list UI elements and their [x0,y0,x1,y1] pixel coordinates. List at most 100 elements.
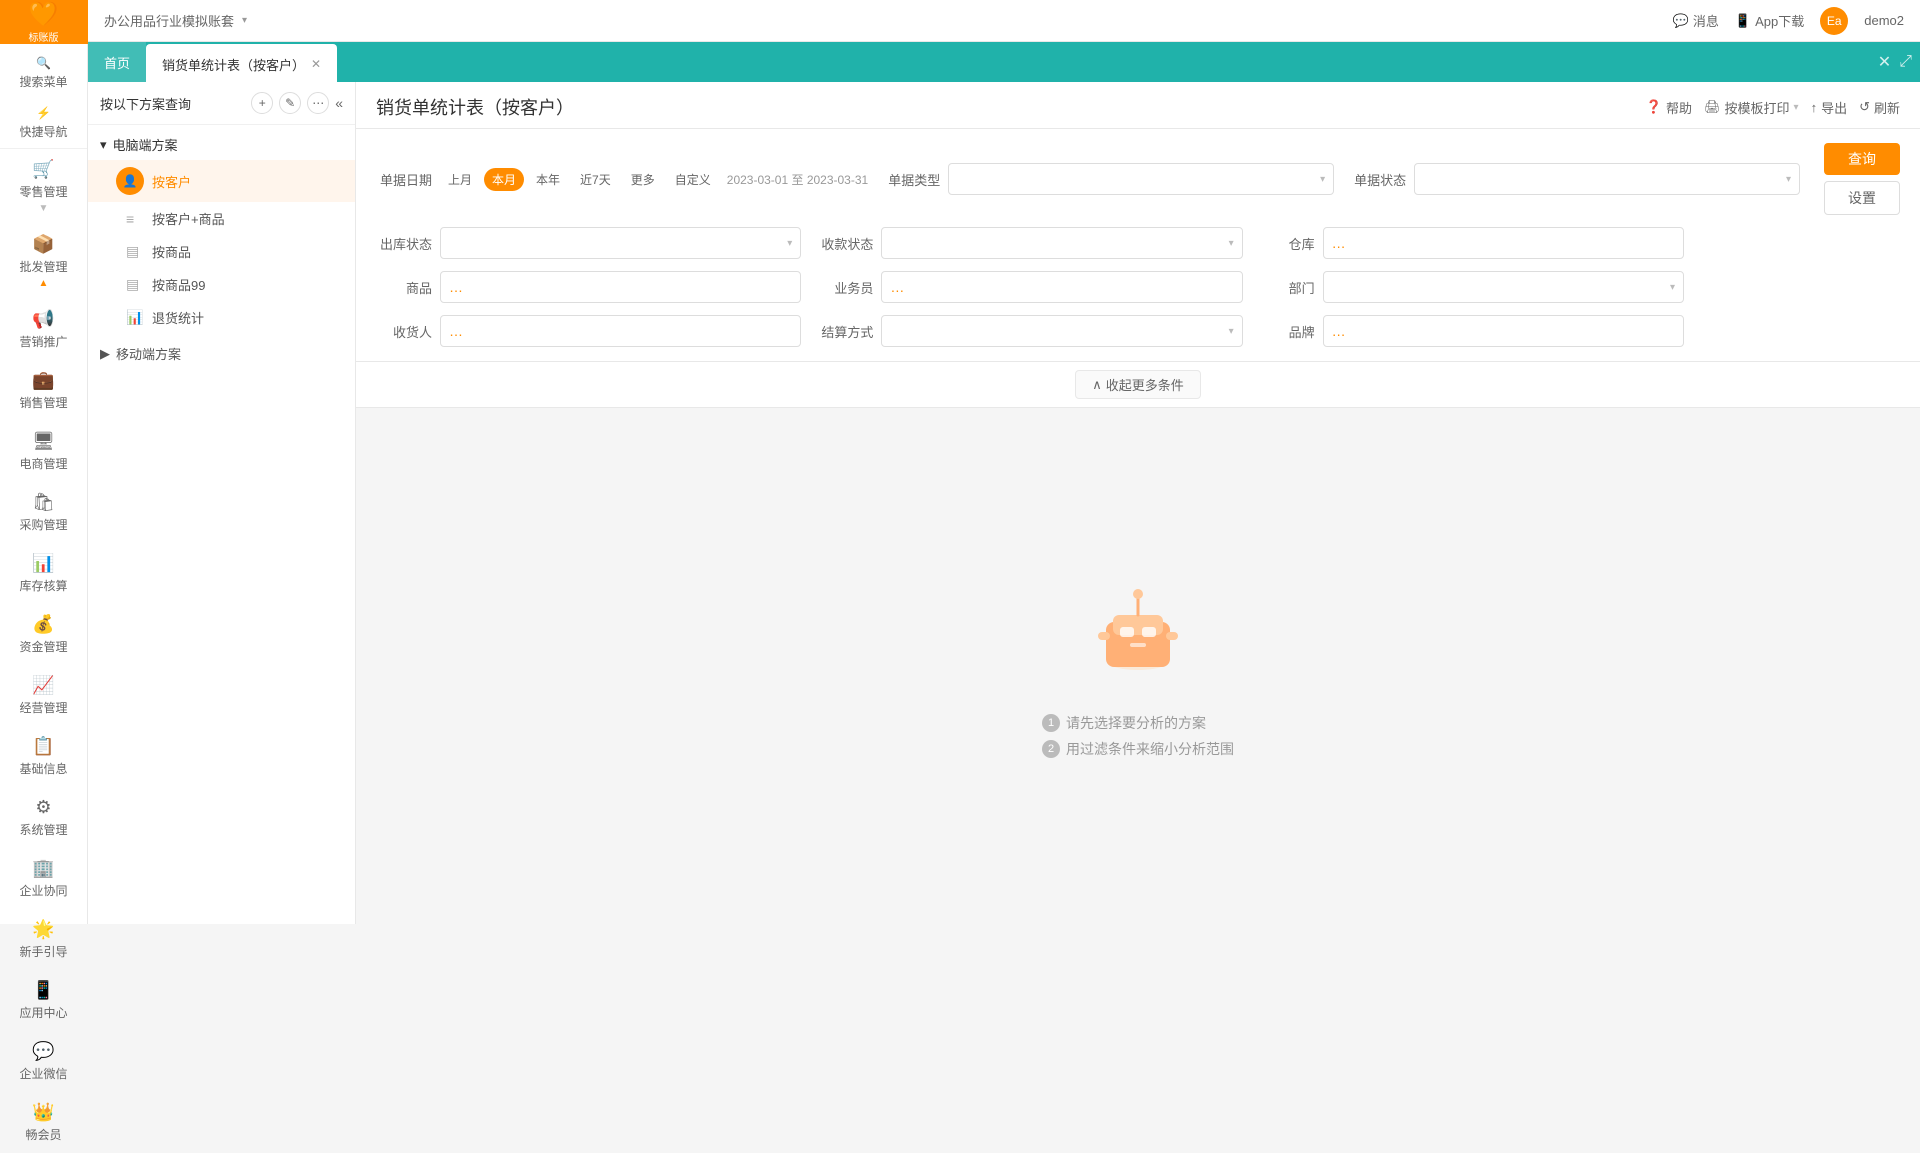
sidebar-item-vip[interactable]: 👑 畅会员 [0,1092,87,1153]
date-btn-7days[interactable]: 近7天 [572,168,619,191]
warehouse-input[interactable]: … [1323,227,1684,259]
app-download-btn[interactable]: 📱 App下载 [1735,11,1804,30]
sidebar-item-sales[interactable]: 💼 销售管理 [0,360,87,421]
main-area: 办公用品行业模拟账套 ▾ 💬 消息 📱 App下载 Ea demo2 首页 销货… [88,0,1920,924]
sidebar-item-retail[interactable]: 🛒 零售管理 ▼ [0,149,87,224]
wholesale-icon: 📦 [32,234,54,255]
scheme-return-stats[interactable]: 📊 退货统计 [88,301,355,334]
print-icon: 🖨 [1704,99,1721,115]
sidebar-item-enterprise[interactable]: 🏢 企业协同 [0,848,87,909]
export-btn[interactable]: ↑ 导出 [1811,98,1848,117]
type-select[interactable]: ▾ [948,163,1334,195]
help-icon: ❓ [1646,99,1662,115]
content-area: 按以下方案查询 + ✎ ⋯ « ▾ 电脑端方案 👤 按客户 [88,82,1920,924]
collection-dropdown-arrow: ▾ [1229,238,1234,249]
sidebar-item-ecommerce[interactable]: 🖥 电商管理 [0,421,87,482]
settings-button[interactable]: 设置 [1824,181,1900,215]
scheme-by-goods[interactable]: ▤ 按商品 [88,235,355,268]
receiver-ellipsis[interactable]: … [449,323,463,339]
refresh-label: 刷新 [1874,98,1900,117]
date-btn-this-year[interactable]: 本年 [528,168,568,191]
receiver-input[interactable]: … [440,315,801,347]
staff-input[interactable]: … [881,271,1242,303]
outbound-dropdown-arrow: ▾ [787,238,792,249]
page-title: 销货单统计表（按客户） [376,94,574,120]
date-btn-more[interactable]: 更多 [623,168,663,191]
status-label: 单据状态 [1350,170,1406,189]
mobile-scheme-group[interactable]: ▶ 移动端方案 [88,338,355,369]
empty-tips: 1 请先选择要分析的方案 2 用过滤条件来缩小分析范围 [1042,707,1234,765]
collapse-more-btn[interactable]: ∧ 收起更多条件 [1075,370,1201,399]
search-menu-btn[interactable]: 🔍 搜索菜单 [0,44,87,98]
sidebar-item-purchase[interactable]: 🛍 采购管理 [0,482,87,543]
sidebar-item-marketing[interactable]: 📢 营销推广 [0,299,87,360]
sidebar-item-wechat[interactable]: 💬 企业微信 [0,1031,87,1092]
scheme-by-goods-99[interactable]: ▤ 按商品99 [88,268,355,301]
print-btn[interactable]: 🖨 按模板打印 ▾ [1704,98,1799,117]
tab-close-btn[interactable]: ✕ [311,57,321,71]
print-dropdown-arrow: ▾ [1794,102,1799,113]
date-btn-custom[interactable]: 自定义 [667,168,719,191]
wechat-icon: 💬 [32,1041,54,1062]
scheme-by-goods-99-label: 按商品99 [152,275,205,294]
mobile-group-arrow: ▶ [100,346,110,362]
more-scheme-btn[interactable]: ⋯ [307,92,329,114]
filter-collection-item: 收款状态 ▾ [817,227,1242,259]
dept-select[interactable]: ▾ [1323,271,1684,303]
sidebar-item-operations[interactable]: 📈 经营管理 [0,665,87,726]
brand-ellipsis[interactable]: … [1332,323,1346,339]
message-btn[interactable]: 💬 消息 [1673,11,1719,30]
shortcut-nav-btn[interactable]: ⚡ 快捷导航 [0,98,87,149]
goods-ellipsis[interactable]: … [449,279,463,295]
pc-group-header[interactable]: ▾ 电脑端方案 [88,129,355,160]
brand-input[interactable]: … [1323,315,1684,347]
system-icon: ⚙ [35,797,51,818]
scheme-by-customer[interactable]: 👤 按客户 [88,160,355,202]
collapse-more-label: 收起更多条件 [1106,375,1184,394]
filter-row-2: 出库状态 ▾ 收款状态 ▾ 仓库 [376,227,1900,259]
logo-icon: 🧡 [29,0,59,29]
goods-input[interactable]: … [440,271,801,303]
add-scheme-btn[interactable]: + [251,92,273,114]
refresh-btn[interactable]: ↺ 刷新 [1859,98,1900,117]
collection-label: 收款状态 [817,234,873,253]
newuser-icon: 🌟 [32,919,54,940]
edit-scheme-btn[interactable]: ✎ [279,92,301,114]
user-name[interactable]: demo2 [1864,13,1904,28]
left-panel-title: 按以下方案查询 [100,94,191,113]
empty-illustration [1078,567,1198,687]
collection-select[interactable]: ▾ [881,227,1242,259]
outbound-label: 出库状态 [376,234,432,253]
date-btn-this-month[interactable]: 本月 [484,168,524,191]
query-button[interactable]: 查询 [1824,143,1900,175]
sidebar-item-inventory[interactable]: 📊 库存核算 [0,543,87,604]
outbound-select[interactable]: ▾ [440,227,801,259]
settlement-select[interactable]: ▾ [881,315,1242,347]
user-avatar[interactable]: Ea [1820,7,1848,35]
tab-home[interactable]: 首页 [88,42,146,82]
status-select[interactable]: ▾ [1414,163,1800,195]
collapse-panel-btn[interactable]: « [335,95,343,111]
sidebar-item-finance[interactable]: 💰 资金管理 [0,604,87,665]
scheme-by-customer-label: 按客户 [152,172,191,191]
sidebar-item-appcenter[interactable]: 📱 应用中心 [0,970,87,1031]
tab-sales-stats[interactable]: 销货单统计表（按客户） ✕ [146,44,337,84]
purchase-icon: 🛍 [32,492,55,513]
staff-ellipsis[interactable]: … [890,279,904,295]
sidebar-item-newuser[interactable]: 🌟 新手引导 [0,909,87,970]
tab-expand-btn[interactable]: ⤢ [1899,53,1912,71]
by-customer-goods-icon: ≡ [126,211,144,227]
industry-dropdown-arrow[interactable]: ▾ [242,15,247,26]
header-left: 办公用品行业模拟账套 ▾ [104,11,247,30]
warehouse-ellipsis[interactable]: … [1332,235,1346,251]
help-btn[interactable]: ❓ 帮助 [1646,98,1692,117]
date-btn-last-month[interactable]: 上月 [440,168,480,191]
sidebar-item-wholesale[interactable]: 📦 批发管理 ▲ [0,224,87,299]
left-panel: 按以下方案查询 + ✎ ⋯ « ▾ 电脑端方案 👤 按客户 [88,82,356,924]
scheme-by-customer-goods[interactable]: ≡ 按客户+商品 [88,202,355,235]
sidebar-item-system[interactable]: ⚙ 系统管理 [0,787,87,848]
empty-svg [1078,567,1198,687]
sidebar-item-base[interactable]: 📋 基础信息 [0,726,87,787]
tab-close-all-btn[interactable]: ✕ [1878,52,1891,72]
finance-label: 资金管理 [19,638,67,655]
